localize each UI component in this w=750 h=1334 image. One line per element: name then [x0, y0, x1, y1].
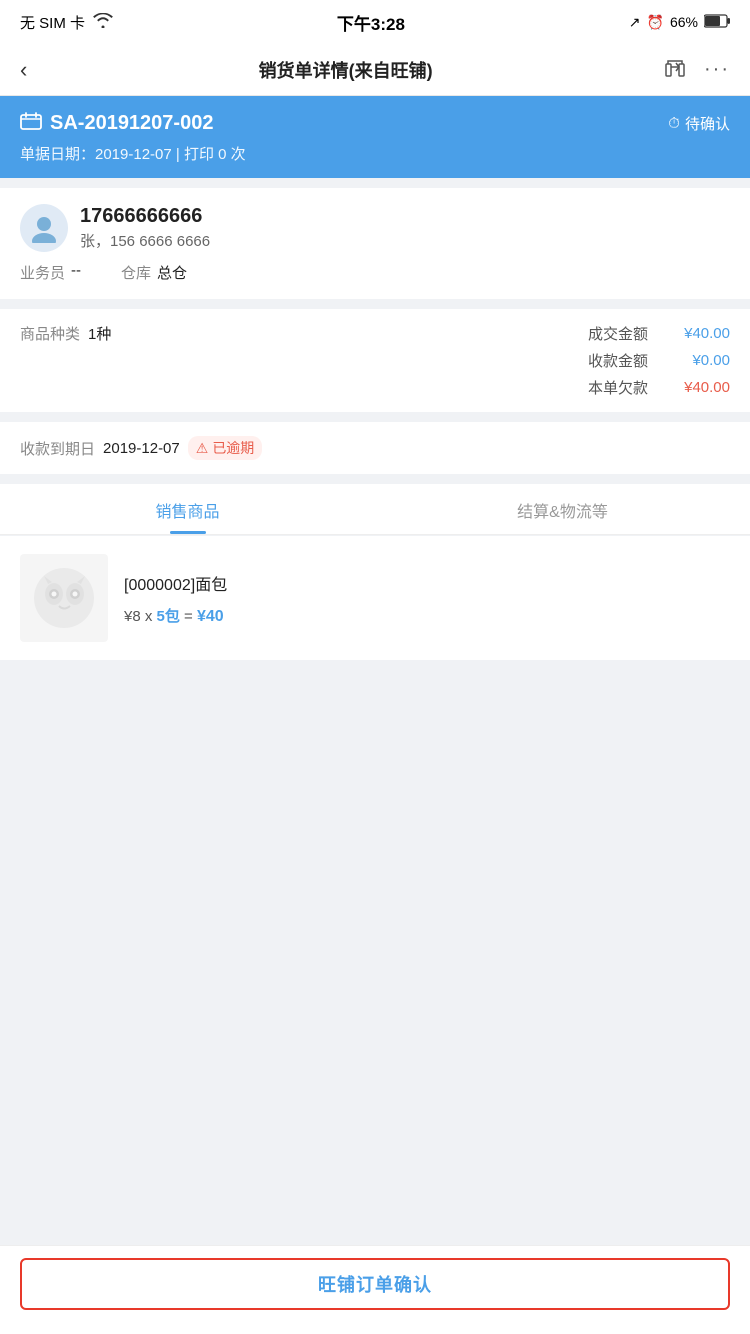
bottom-bar: 旺铺订单确认	[0, 1245, 750, 1334]
tabs-bar: 销售商品 结算&物流等	[0, 484, 750, 535]
warehouse-label: 仓库	[121, 262, 151, 283]
amount-received-value: ¥0.00	[660, 352, 730, 369]
alarm-icon: ⏰	[647, 14, 664, 31]
product-quantity: 5包	[157, 608, 180, 625]
customer-avatar	[20, 204, 68, 252]
battery-icon	[704, 14, 730, 31]
product-total: ¥40	[197, 608, 224, 625]
warehouse: 仓库 总仓	[121, 262, 187, 283]
page-title: 销货单详情(来自旺铺)	[259, 57, 433, 83]
status-clock-icon: ⏱	[668, 115, 680, 132]
price-equals: =	[180, 608, 197, 625]
goods-type: 商品种类 1种	[20, 323, 111, 344]
status-time: 下午3:28	[337, 10, 405, 35]
back-button[interactable]: ‹	[20, 57, 27, 83]
nav-bar: ‹ 销货单详情(来自旺铺) ···	[0, 44, 750, 96]
status-left: 无 SIM 卡	[20, 12, 113, 33]
amount-deal-value: ¥40.00	[660, 325, 730, 342]
order-status: ⏱ 待确认	[668, 113, 730, 134]
tab-settlement-logistics[interactable]: 结算&物流等	[375, 484, 750, 534]
product-info: [0000002]面包 ¥8 x 5包 = ¥40	[124, 571, 730, 626]
amount-received: 收款金额 ¥0.00	[588, 350, 730, 371]
status-right: ↗ ⏰ 66%	[629, 14, 730, 31]
content-space	[0, 660, 750, 820]
tab-sales-products[interactable]: 销售商品	[0, 484, 375, 534]
product-title: 面包	[195, 577, 227, 594]
tab-sales-products-label: 销售商品	[155, 504, 219, 521]
confirm-order-button[interactable]: 旺铺订单确认	[20, 1258, 730, 1310]
sales-person: 业务员 --	[20, 262, 81, 283]
product-price: ¥8 x 5包 = ¥40	[124, 605, 730, 626]
amount-owed-label: 本单欠款	[588, 377, 648, 398]
customer-card: 17666666666 张，156 6666 6666 业务员 -- 仓库 总仓	[0, 188, 750, 299]
sales-label: 业务员	[20, 262, 65, 283]
overdue-icon: ⚠	[196, 440, 209, 457]
order-id: SA-20191207-002	[50, 112, 213, 135]
amount-deal-label: 成交金额	[588, 323, 648, 344]
due-date-card: 收款到期日 2019-12-07 ⚠ 已逾期	[0, 422, 750, 474]
product-thumbnail	[20, 554, 108, 642]
overdue-text: 已逾期	[212, 438, 254, 458]
sales-value: --	[71, 262, 81, 283]
sim-icon: 无 SIM 卡	[20, 12, 85, 33]
customer-info: 17666666666 张，156 6666 6666	[80, 205, 210, 251]
goods-type-label: 商品种类	[20, 323, 80, 344]
location-icon: ↗	[629, 14, 641, 31]
product-item: [0000002]面包 ¥8 x 5包 = ¥40	[0, 536, 750, 660]
battery-text: 66%	[670, 14, 698, 30]
overdue-badge: ⚠ 已逾期	[188, 436, 263, 460]
order-status-text: 待确认	[685, 113, 730, 134]
due-date-value: 2019-12-07	[103, 440, 180, 457]
product-thumb-inner	[29, 563, 99, 633]
goods-type-value: 1种	[88, 323, 111, 344]
customer-name: 张，156 6666 6666	[80, 230, 210, 251]
order-id-row: SA-20191207-002	[20, 112, 213, 135]
share-button[interactable]	[664, 56, 686, 83]
amount-list: 成交金额 ¥40.00 收款金额 ¥0.00 本单欠款 ¥40.00	[588, 323, 730, 398]
price-per-unit: ¥8 x	[124, 608, 157, 625]
status-bar: 无 SIM 卡 下午3:28 ↗ ⏰ 66%	[0, 0, 750, 44]
customer-phone: 17666666666	[80, 205, 210, 228]
product-name: [0000002]面包	[124, 571, 730, 595]
amount-card: 商品种类 1种 成交金额 ¥40.00 收款金额 ¥0.00 本单欠款 ¥40.…	[0, 309, 750, 412]
customer-meta: 业务员 -- 仓库 总仓	[20, 262, 730, 283]
due-date-label: 收款到期日	[20, 438, 95, 459]
tab-settlement-label: 结算&物流等	[517, 504, 608, 521]
amount-owed: 本单欠款 ¥40.00	[588, 377, 730, 398]
amount-owed-value: ¥40.00	[660, 379, 730, 396]
nav-actions: ···	[664, 56, 730, 83]
amount-deal: 成交金额 ¥40.00	[588, 323, 730, 344]
warehouse-value: 总仓	[157, 262, 187, 283]
product-code: [0000002]	[124, 577, 195, 594]
order-header-card: SA-20191207-002 ⏱ 待确认 单据日期：2019-12-07 | …	[0, 96, 750, 178]
wifi-icon	[93, 13, 113, 32]
amount-received-label: 收款金额	[588, 350, 648, 371]
product-list: [0000002]面包 ¥8 x 5包 = ¥40	[0, 536, 750, 660]
order-icon	[20, 112, 42, 135]
more-button[interactable]: ···	[704, 58, 730, 81]
order-date: 单据日期：2019-12-07 | 打印 0 次	[20, 143, 730, 164]
